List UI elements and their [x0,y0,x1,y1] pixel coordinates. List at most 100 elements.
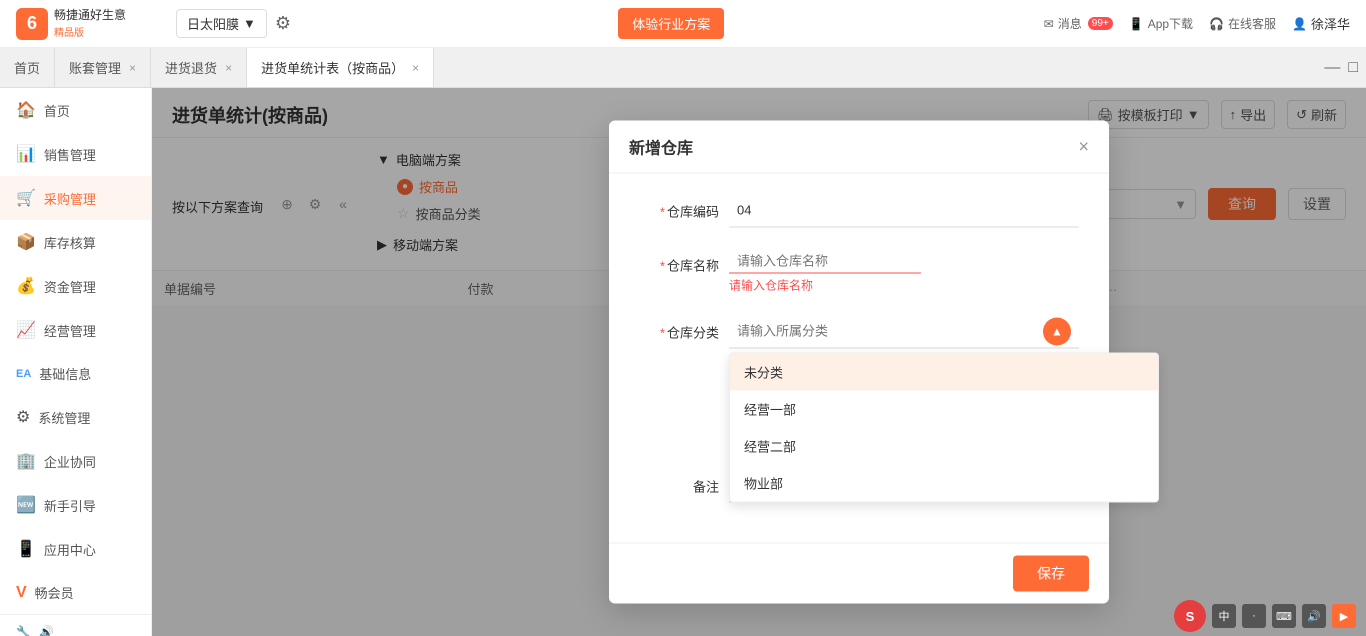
header-center: 体验行业方案 [299,8,1044,39]
tab-bar-right: — □ [1324,48,1366,87]
name-input[interactable] [729,249,921,273]
app-icon: 📱 [1129,17,1144,31]
modal-save-btn[interactable]: 保存 [1013,556,1089,592]
sidebar-settings-icon[interactable]: 🔧 [16,625,31,636]
trial-button[interactable]: 体验行业方案 [618,8,724,39]
store-selector[interactable]: 日太阳膜 ▼ [176,9,267,38]
tab-minimize-icon[interactable]: — [1324,59,1340,77]
keyboard-icon[interactable]: ⌨ [1272,604,1296,628]
tab-account-close[interactable]: × [129,61,136,75]
add-warehouse-modal: 新增仓库 × 仓库编码 仓库名称 [609,121,1109,604]
sidebar-item-inventory[interactable]: 📦 库存核算 [0,220,151,264]
form-row-category: 仓库分类 ▲ 未分类 经营一部 经营二部 物业部 [639,315,1079,349]
sidebar-item-purchase[interactable]: 🛒 采购管理 [0,176,151,220]
sidebar-label-inventory: 库存核算 [44,233,96,252]
tab-home-label: 首页 [14,58,40,77]
sales-icon: 📊 [16,144,36,164]
sidebar-item-guide[interactable]: 🆕 新手引导 [0,483,151,527]
modal-header: 新增仓库 × [609,121,1109,174]
logo-text-block: 畅捷通好生意 精品版 [54,8,126,39]
sidebar-item-finance[interactable]: 💰 资金管理 [0,264,151,308]
online-service-item[interactable]: 🎧 在线客服 [1209,15,1276,32]
category-dropdown-arrow[interactable]: ▲ [1043,318,1071,346]
sidebar-label-vip: 畅会员 [35,583,74,602]
sidebar-item-home[interactable]: 🏠 首页 [0,88,151,132]
user-avatar-icon: 👤 [1292,17,1307,31]
tab-account-label: 账套管理 [69,58,121,77]
notification-item[interactable]: ✉ 消息 99+ [1044,15,1113,32]
sidebar-label-sales: 销售管理 [44,145,96,164]
home-icon: 🏠 [16,100,36,120]
tab-home[interactable]: 首页 [0,48,55,87]
vip-icon: V [16,584,27,602]
guide-icon: 🆕 [16,495,36,515]
tab-bar: 首页 账套管理 × 进货退货 × 进货单统计表（按商品） × — □ [0,48,1366,88]
sidebar-item-system[interactable]: ⚙ 系统管理 [0,395,151,439]
logo-icon: 6 [16,8,48,40]
sidebar-item-enterprise[interactable]: 🏢 企业协同 [0,439,151,483]
category-dropdown: 未分类 经营一部 经营二部 物业部 [729,353,1159,503]
sidebar-label-system: 系统管理 [38,408,90,427]
s-icon[interactable]: S [1174,600,1206,632]
dropdown-item-dept1[interactable]: 经营一部 [730,391,1158,428]
app-download-item[interactable]: 📱 App下载 [1129,15,1193,32]
basic-icon: EA [16,368,31,380]
tab-return[interactable]: 进货退货 × [151,48,247,87]
name-error-msg: 请输入仓库名称 [729,279,813,293]
sidebar-item-apps[interactable]: 📱 应用中心 [0,527,151,571]
sidebar-label-home: 首页 [44,101,70,120]
tab-purchase-stat-label: 进货单统计表（按商品） [261,58,404,77]
finance-icon: 💰 [16,276,36,296]
sidebar-label-enterprise: 企业协同 [44,452,96,471]
category-input[interactable] [729,315,1079,349]
name-error-wrap: 请输入仓库名称 [639,277,813,295]
tab-return-label: 进货退货 [165,58,217,77]
message-icon: ✉ [1044,17,1054,31]
sidebar-item-sales[interactable]: 📊 销售管理 [0,132,151,176]
dropdown-item-dept2[interactable]: 经营二部 [730,428,1158,465]
tab-maximize-icon[interactable]: □ [1348,59,1358,77]
service-icon: 🎧 [1209,17,1224,31]
sidebar-item-basic[interactable]: EA 基础信息 [0,352,151,395]
modal-close-btn[interactable]: × [1078,136,1089,157]
inventory-icon: 📦 [16,232,36,252]
logo-area: 6 畅捷通好生意 精品版 [16,8,166,40]
code-input[interactable] [729,194,1079,228]
notification-label: 消息 [1058,15,1082,32]
zh-icon[interactable]: 中 [1212,604,1236,628]
service-label: 在线客服 [1228,15,1276,32]
sidebar: 🏠 首页 📊 销售管理 🛒 采购管理 📦 库存核算 💰 资金管理 📈 经营管理 … [0,88,152,636]
sidebar-item-vip[interactable]: V 畅会员 [0,571,151,614]
purchase-icon: 🛒 [16,188,36,208]
user-profile-item[interactable]: 👤 徐泽华 [1292,14,1350,33]
dot-icon[interactable]: · [1242,604,1266,628]
tab-purchase-stat[interactable]: 进货单统计表（按商品） × [247,48,434,87]
modal-footer: 保存 [609,543,1109,604]
settings-icon-btn[interactable]: ⚙ [267,8,299,40]
dropdown-item-property[interactable]: 物业部 [730,465,1158,502]
code-label: 仓库编码 [639,194,719,221]
form-row-code: 仓库编码 [639,194,1079,228]
tab-account[interactable]: 账套管理 × [55,48,151,87]
sidebar-label-purchase: 采购管理 [44,189,96,208]
user-name: 徐泽华 [1311,14,1350,33]
sidebar-label-basic: 基础信息 [39,364,91,383]
system-icon: ⚙ [16,407,30,427]
form-row-name: 仓库名称 请输入仓库名称 [639,248,1079,295]
notification-badge: 99+ [1088,17,1113,30]
sidebar-item-operations[interactable]: 📈 经营管理 [0,308,151,352]
volume-icon[interactable]: 🔊 [1302,604,1326,628]
content-area: 进货单统计(按商品) 🖨 按模板打印 ▼ ↑ 导出 ↺ 刷新 按以下方案查询 [152,88,1366,636]
store-dropdown-icon: ▼ [243,16,256,31]
operations-icon: 📈 [16,320,36,340]
header-right: ✉ 消息 99+ 📱 App下载 🎧 在线客服 👤 徐泽华 [1044,14,1350,33]
sidebar-label-finance: 资金管理 [44,277,96,296]
tab-purchase-stat-close[interactable]: × [412,61,419,75]
play-icon[interactable]: ▶ [1332,604,1356,628]
dropdown-item-none[interactable]: 未分类 [730,354,1158,391]
tab-return-close[interactable]: × [225,61,232,75]
enterprise-icon: 🏢 [16,451,36,471]
sidebar-bottom-actions: 🔧 🔊 [0,614,151,636]
name-input-wrap [729,249,921,273]
sidebar-audio-icon[interactable]: 🔊 [39,625,54,636]
